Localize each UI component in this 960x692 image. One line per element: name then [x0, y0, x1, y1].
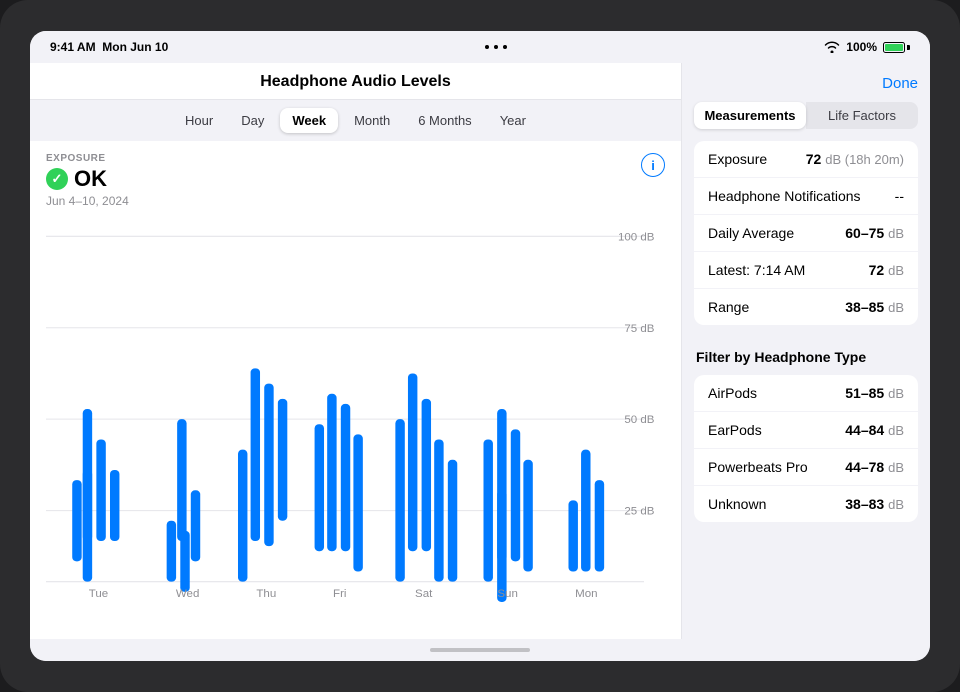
left-panel: Headphone Audio Levels Hour Day Week Mon…	[30, 63, 682, 639]
measurement-value-latest: 72 dB	[869, 262, 904, 278]
svg-text:Mon: Mon	[575, 588, 597, 600]
filter-value-airpods: 51–85 dB	[845, 385, 904, 401]
right-header: Done	[682, 63, 930, 94]
battery-percent: 100%	[846, 40, 877, 54]
tab-6months[interactable]: 6 Months	[406, 108, 483, 133]
main-content: Headphone Audio Levels Hour Day Week Mon…	[30, 63, 930, 639]
svg-text:75 dB: 75 dB	[624, 323, 654, 335]
svg-text:Thu: Thu	[256, 588, 276, 600]
time-tabs: Hour Day Week Month 6 Months Year	[30, 100, 681, 141]
status-dots	[485, 45, 507, 49]
status-bar: 9:41 AM Mon Jun 10 100%	[30, 31, 930, 63]
wifi-icon	[824, 41, 840, 53]
measurements-section: Exposure 72 dB (18h 20m) Headphone Notif…	[682, 133, 930, 335]
svg-text:Sun: Sun	[497, 588, 518, 600]
svg-text:100 dB: 100 dB	[618, 232, 655, 244]
svg-text:Tue: Tue	[89, 588, 108, 600]
exposure-label: EXPOSURE	[46, 153, 665, 164]
ok-text: OK	[74, 166, 107, 192]
measurement-value-range: 38–85 dB	[845, 299, 904, 315]
chart-header: Headphone Audio Levels	[30, 63, 681, 100]
date-range: Jun 4–10, 2024	[46, 194, 665, 208]
tab-measurements[interactable]: Measurements	[694, 102, 806, 129]
measurement-value-notifications: --	[895, 188, 904, 204]
done-button[interactable]: Done	[882, 73, 918, 94]
measurement-row-daily: Daily Average 60–75 dB	[694, 215, 918, 252]
tab-year[interactable]: Year	[488, 108, 538, 133]
filter-card: AirPods 51–85 dB EarPods 44–84 dB	[694, 375, 918, 522]
measurement-row-range: Range 38–85 dB	[694, 289, 918, 325]
exposure-status: ✓ OK	[46, 166, 665, 192]
measurement-label-exposure: Exposure	[708, 151, 767, 167]
filter-title: Filter by Headphone Type	[694, 343, 918, 371]
measurement-row-exposure: Exposure 72 dB (18h 20m)	[694, 141, 918, 178]
filter-label-powerbeats: Powerbeats Pro	[708, 459, 808, 475]
ok-badge: ✓	[46, 168, 68, 190]
measurement-value-exposure: 72 dB (18h 20m)	[806, 151, 904, 167]
measurement-label-range: Range	[708, 299, 749, 315]
measurement-label-latest: Latest: 7:14 AM	[708, 262, 805, 278]
filter-row-powerbeats: Powerbeats Pro 44–78 dB	[694, 449, 918, 486]
tab-month[interactable]: Month	[342, 108, 402, 133]
measurement-label-notifications: Headphone Notifications	[708, 188, 861, 204]
filter-row-airpods: AirPods 51–85 dB	[694, 375, 918, 412]
filter-value-earpods: 44–84 dB	[845, 422, 904, 438]
filter-label-airpods: AirPods	[708, 385, 757, 401]
home-bar	[430, 648, 530, 652]
status-right: 100%	[824, 40, 910, 54]
svg-text:Wed: Wed	[176, 588, 199, 600]
tab-week[interactable]: Week	[280, 108, 338, 133]
right-panel: Done Measurements Life Factors Exposure …	[682, 63, 930, 639]
svg-text:Sat: Sat	[415, 588, 433, 600]
measurements-card: Exposure 72 dB (18h 20m) Headphone Notif…	[694, 141, 918, 325]
filter-label-earpods: EarPods	[708, 422, 762, 438]
ipad-frame: 9:41 AM Mon Jun 10 100%	[0, 0, 960, 692]
filter-value-unknown: 38–83 dB	[845, 496, 904, 512]
home-indicator	[30, 639, 930, 661]
ipad-screen: 9:41 AM Mon Jun 10 100%	[30, 31, 930, 661]
chart-container: 100 dB 75 dB 50 dB 25 dB	[46, 216, 665, 602]
filter-row-unknown: Unknown 38–83 dB	[694, 486, 918, 522]
measurement-row-notifications: Headphone Notifications --	[694, 178, 918, 215]
chart-svg: 100 dB 75 dB 50 dB 25 dB	[46, 216, 665, 602]
svg-text:Fri: Fri	[333, 588, 346, 600]
filter-section: Filter by Headphone Type AirPods 51–85 d…	[682, 335, 930, 530]
tab-day[interactable]: Day	[229, 108, 276, 133]
chart-area: EXPOSURE ✓ OK Jun 4–10, 2024 i	[30, 141, 681, 639]
measurement-value-daily: 60–75 dB	[845, 225, 904, 241]
status-time: 9:41 AM Mon Jun 10	[50, 40, 168, 54]
battery-icon	[883, 42, 910, 53]
filter-value-powerbeats: 44–78 dB	[845, 459, 904, 475]
panel-tabs: Measurements Life Factors	[682, 94, 930, 133]
filter-row-earpods: EarPods 44–84 dB	[694, 412, 918, 449]
info-button[interactable]: i	[641, 153, 665, 177]
tab-hour[interactable]: Hour	[173, 108, 225, 133]
page-title: Headphone Audio Levels	[50, 73, 661, 91]
tab-life-factors[interactable]: Life Factors	[806, 102, 918, 129]
svg-text:25 dB: 25 dB	[624, 506, 654, 518]
svg-text:50 dB: 50 dB	[624, 414, 654, 426]
measurement-label-daily: Daily Average	[708, 225, 794, 241]
filter-label-unknown: Unknown	[708, 496, 766, 512]
measurement-row-latest: Latest: 7:14 AM 72 dB	[694, 252, 918, 289]
